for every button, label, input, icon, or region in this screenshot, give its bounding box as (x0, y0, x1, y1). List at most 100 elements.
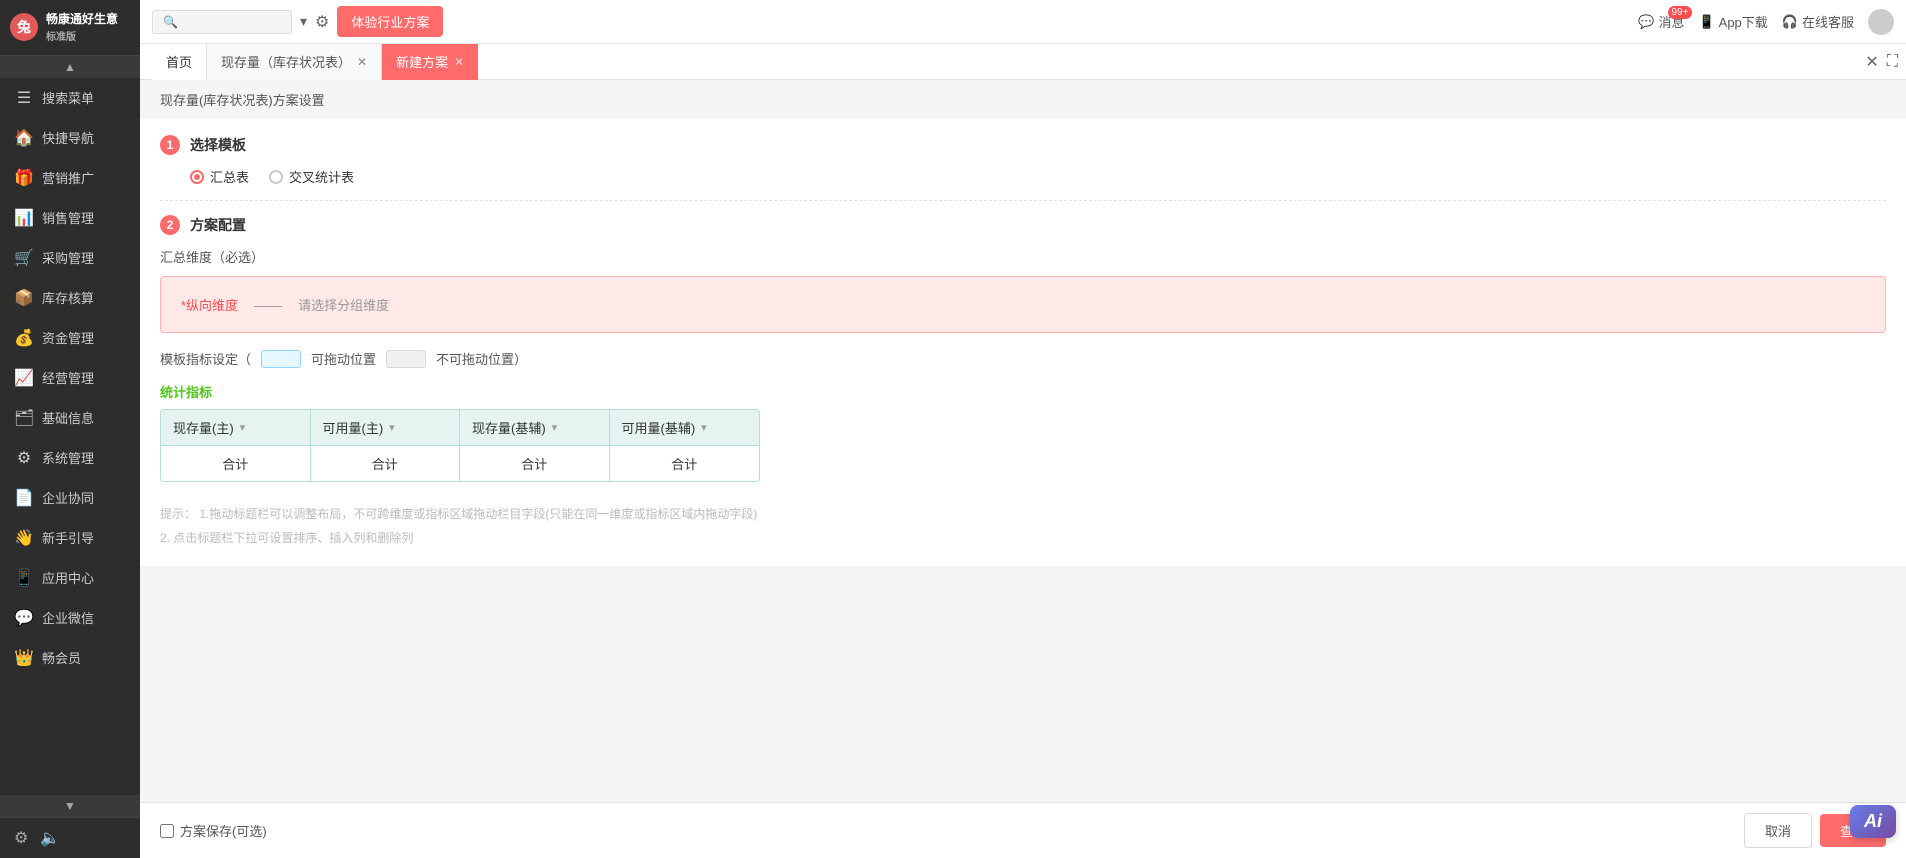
cancel-button[interactable]: 取消 (1744, 813, 1812, 848)
sidebar-item-app[interactable]: 📱 应用中心 (0, 558, 140, 598)
sidebar-scroll-up[interactable]: ▲ (0, 56, 140, 78)
sidebar-item-inventory[interactable]: 📦 库存核算 (0, 278, 140, 318)
stats-col-1-header[interactable]: 现存量(主) ▾ (161, 410, 311, 445)
dimension-placeholder: 请选择分组维度 (298, 295, 389, 314)
mobile-download-icon: 📱 (1698, 14, 1714, 30)
ai-badge[interactable]: Ai (1850, 805, 1896, 838)
sidebar-item-label: 营销推广 (42, 168, 94, 187)
step2-header: 2 方案配置 (160, 215, 1886, 235)
topbar-dropdown-button[interactable]: ▾ (300, 13, 307, 30)
crown-icon: 👑 (14, 648, 34, 668)
gear-icon: ⚙ (14, 448, 34, 468)
tab-home[interactable]: 首页 (152, 44, 207, 80)
tab-new-plan[interactable]: 新建方案 ✕ (382, 44, 478, 80)
step1-badge: 1 (160, 135, 180, 155)
hint-1: 提示： 1.拖动标题栏可以调整布局，不可跨维度或指标区域拖动栏目字段(只能在同一… (160, 502, 1886, 526)
mobile-icon: 📱 (14, 568, 34, 588)
hint-2: 2. 点击标题栏下拉可设置排序、插入列和删除列 (160, 526, 1886, 550)
online-service-button[interactable]: 🎧 在线客服 (1782, 12, 1854, 31)
trial-industry-button[interactable]: 体验行业方案 (337, 6, 443, 37)
topbar-gear-button[interactable]: ⚙ (315, 12, 329, 32)
sidebar-item-system[interactable]: ⚙ 系统管理 (0, 438, 140, 478)
sidebar-item-label: 系统管理 (42, 448, 94, 467)
radio-cross-label: 交叉统计表 (289, 167, 354, 186)
folder-icon: 🗂 (14, 408, 34, 428)
stats-col-4-data: 合计 (610, 446, 760, 481)
stats-col-1-label: 现存量(主) (173, 418, 234, 437)
gift-icon: 🎁 (14, 168, 34, 188)
stats-col-4-header[interactable]: 可用量(基辅) ▾ (610, 410, 760, 445)
stats-col-2-label: 可用量(主) (323, 418, 384, 437)
save-checkbox[interactable] (160, 824, 174, 838)
sidebar-item-label: 企业微信 (42, 608, 94, 627)
stats-col-4-dropdown-icon: ▾ (701, 421, 707, 434)
search-box[interactable]: 🔍 (152, 10, 292, 34)
sidebar-item-member[interactable]: 👑 畅会员 (0, 638, 140, 678)
bottom-bar: 方案保存(可选) 取消 查询 (140, 802, 1906, 858)
stats-col-3-header[interactable]: 现存量(基辅) ▾ (460, 410, 610, 445)
tab-inventory[interactable]: 现存量（库存状况表） ✕ (207, 44, 382, 80)
sidebar-item-label: 企业协同 (42, 488, 94, 507)
sidebar-nav: ☰ 搜索菜单 🏠 快捷导航 🎁 营销推广 📊 销售管理 🛒 采购管理 📦 库存核… (0, 78, 140, 795)
sidebar-item-contract[interactable]: 📄 企业协同 (0, 478, 140, 518)
sidebar-item-operations[interactable]: 📈 经营管理 (0, 358, 140, 398)
sidebar-item-label: 快捷导航 (42, 128, 94, 147)
expand-tab-action-button[interactable]: ⛶ (1887, 53, 1898, 71)
step1-header: 1 选择模板 (160, 135, 1886, 155)
chart-icon: 📊 (14, 208, 34, 228)
sidebar-item-label: 库存核算 (42, 288, 94, 307)
sidebar-item-finance[interactable]: 💰 资金管理 (0, 318, 140, 358)
sidebar-item-nav[interactable]: 🏠 快捷导航 (0, 118, 140, 158)
close-tab-action-button[interactable]: ✕ (1865, 52, 1878, 72)
sound-icon[interactable]: 🔈 (40, 828, 60, 848)
step1-panel: 1 选择模板 汇总表 交叉统计表 2 方案配置 汇总维度（必选） (140, 119, 1906, 566)
radio-summary-label: 汇总表 (210, 167, 249, 186)
page-header: 现存量(库存状况表)方案设置 (140, 80, 1906, 119)
home-icon: 🏠 (14, 128, 34, 148)
stats-col-2-data: 合计 (311, 446, 461, 481)
tab-actions: ✕ ⛶ (1865, 52, 1906, 72)
sidebar-scroll-down[interactable]: ▼ (0, 795, 140, 817)
message-badge: 99+ (1668, 6, 1693, 19)
main-area: 🔍 ▾ ⚙ 体验行业方案 💬 消息 99+ 📱 App下载 🎧 在线客服 (140, 0, 1906, 858)
sidebar-item-sales[interactable]: 📊 销售管理 (0, 198, 140, 238)
app-download-label: App下载 (1719, 12, 1768, 31)
stats-header-row: 现存量(主) ▾ 可用量(主) ▾ 现存量(基辅) ▾ 可用量(基辅) (161, 410, 759, 445)
user-avatar[interactable] (1868, 9, 1894, 35)
radio-cross[interactable]: 交叉统计表 (269, 167, 354, 186)
search-menu-icon: ☰ (14, 88, 34, 108)
indicator-label-text: 模板指标设定（ (160, 349, 251, 368)
online-service-label: 在线客服 (1802, 12, 1854, 31)
settings-icon[interactable]: ⚙ (14, 828, 28, 848)
doc-icon: 📄 (14, 488, 34, 508)
sidebar-item-guide[interactable]: 👋 新手引导 (0, 518, 140, 558)
stats-col-2-header[interactable]: 可用量(主) ▾ (311, 410, 461, 445)
app-badge: 标准版 (46, 28, 118, 43)
tab-new-plan-label: 新建方案 (396, 52, 448, 71)
sidebar-item-purchase[interactable]: 🛒 采购管理 (0, 238, 140, 278)
wechat-icon: 💬 (14, 608, 34, 628)
app-name: 畅康通好生意 (46, 12, 118, 28)
non-draggable-label: 不可拖动位置） (436, 349, 527, 368)
tab-new-plan-close[interactable]: ✕ (454, 55, 464, 69)
sidebar-item-label: 资金管理 (42, 328, 94, 347)
sidebar-item-label: 销售管理 (42, 208, 94, 227)
sidebar-item-label: 新手引导 (42, 528, 94, 547)
sidebar-item-label: 经营管理 (42, 368, 94, 387)
tab-inventory-close[interactable]: ✕ (357, 55, 367, 69)
sidebar-item-wechat[interactable]: 💬 企业微信 (0, 598, 140, 638)
message-button[interactable]: 💬 消息 99+ (1638, 12, 1684, 31)
app-download-button[interactable]: 📱 App下载 (1698, 12, 1767, 31)
dimension-box[interactable]: *纵向维度 —— 请选择分组维度 (160, 276, 1886, 333)
sidebar-bottom: ⚙ 🔈 (0, 817, 140, 858)
tabs-bar: 首页 现存量（库存状况表） ✕ 新建方案 ✕ ✕ ⛶ (140, 44, 1906, 80)
sidebar-item-basic[interactable]: 🗂 基础信息 (0, 398, 140, 438)
sidebar-item-marketing[interactable]: 🎁 营销推广 (0, 158, 140, 198)
radio-summary[interactable]: 汇总表 (190, 167, 249, 186)
step2-title: 方案配置 (190, 215, 246, 235)
chat-icon: 💬 (1638, 14, 1654, 30)
stats-col-3-label: 现存量(基辅) (472, 418, 546, 437)
sidebar-item-search[interactable]: ☰ 搜索菜单 (0, 78, 140, 118)
stats-data-row: 合计 合计 合计 合计 (161, 445, 759, 481)
page-title: 现存量(库存状况表)方案设置 (160, 93, 325, 108)
